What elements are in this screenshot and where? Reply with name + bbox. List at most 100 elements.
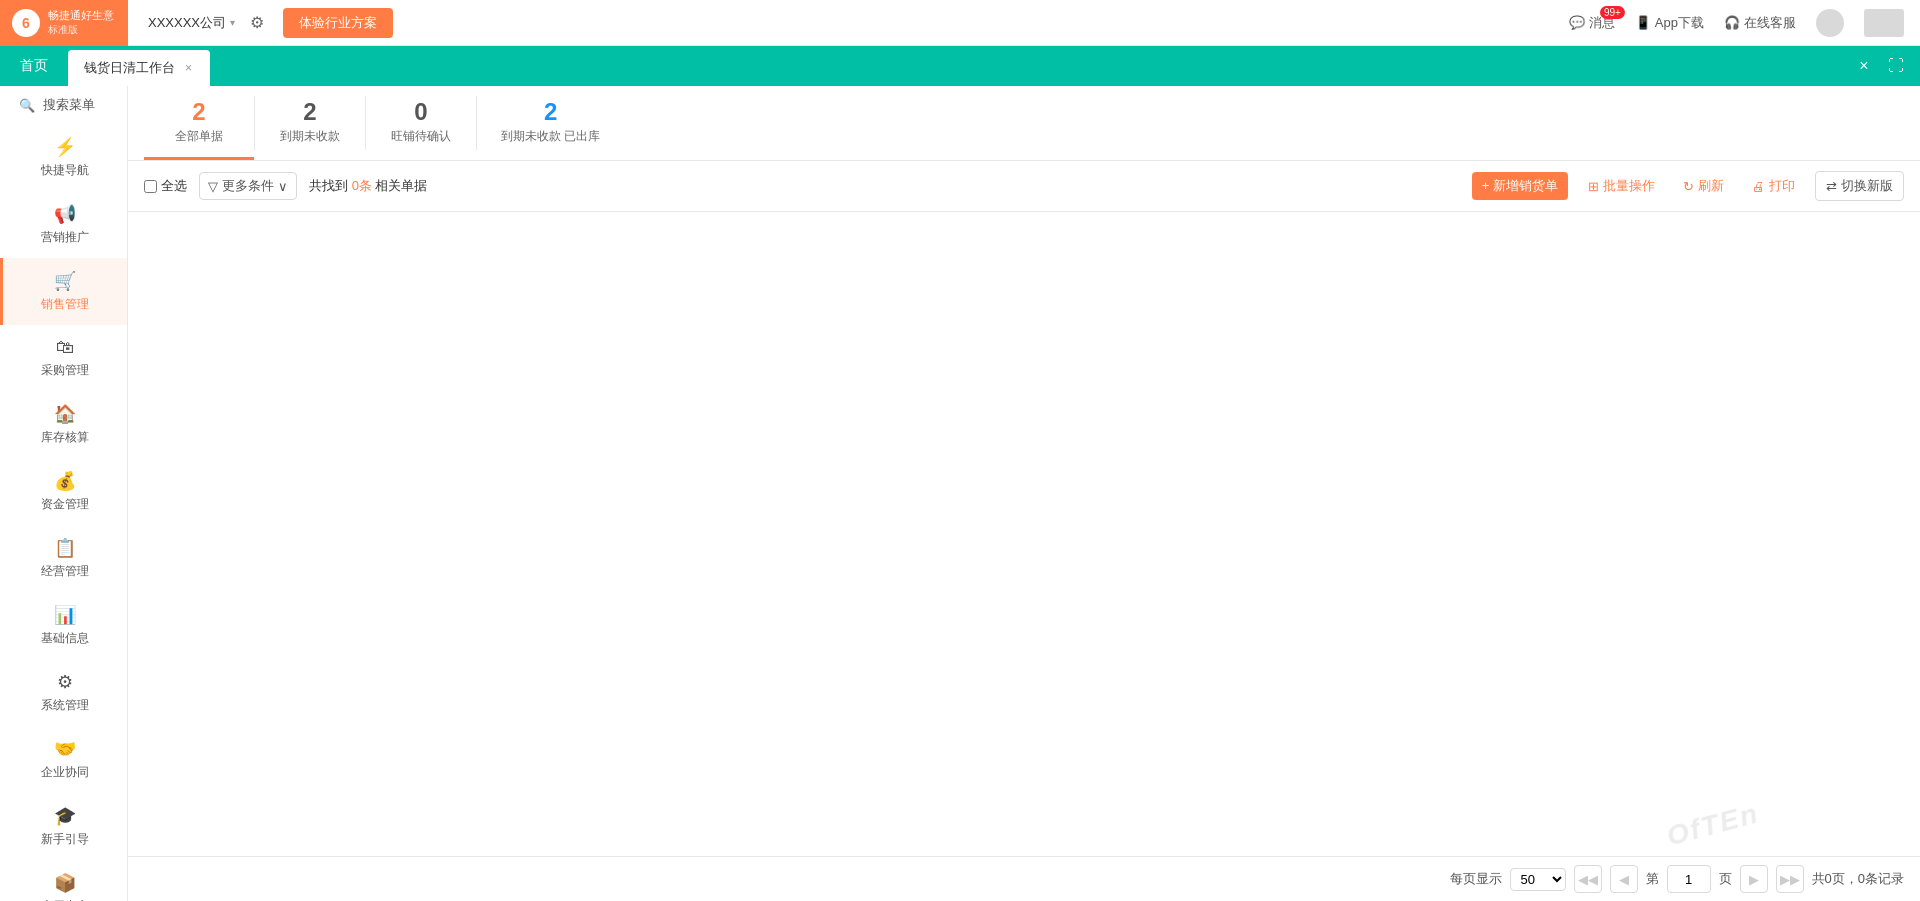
- summary-label-overdue-unshipped: 到期未收款 已出库: [501, 128, 600, 145]
- toolbar-left: 全选 ▽ 更多条件 ∨ 共找到 0条 相关单据: [144, 172, 427, 200]
- sidebar-item-inventory[interactable]: 🏠 库存核算: [0, 391, 127, 458]
- sidebar-label-inventory: 库存核算: [41, 429, 89, 446]
- message-badge: 99+: [1600, 6, 1625, 19]
- sidebar-label-guide: 新手引导: [41, 831, 89, 848]
- company-chevron-icon: ▾: [230, 17, 235, 28]
- sidebar-item-cooperation[interactable]: 🤝 企业协同: [0, 726, 127, 793]
- gear-icon: ⚙: [250, 13, 264, 32]
- sidebar-item-quick-nav[interactable]: ⚡ 快捷导航: [0, 124, 127, 191]
- sidebar-label-purchase: 采购管理: [41, 362, 89, 379]
- app-download-item[interactable]: 📱 App下载: [1635, 14, 1704, 32]
- company-name: XXXXXX公司: [148, 14, 226, 32]
- user-name-area[interactable]: [1864, 9, 1904, 37]
- sidebar-label-operations: 经营管理: [41, 563, 89, 580]
- guide-icon: 🎓: [54, 805, 76, 827]
- purchase-icon: 🛍: [56, 337, 74, 358]
- sidebar-label-sales: 销售管理: [41, 296, 89, 313]
- first-page-button[interactable]: ◀◀: [1574, 865, 1602, 893]
- new-sales-order-button[interactable]: + 新增销货单: [1472, 172, 1568, 200]
- sidebar-item-sales[interactable]: 🛒 销售管理: [0, 258, 127, 325]
- toolbar-right: + 新增销货单 ⊞ 批量操作 ↻ 刷新 🖨 打印 ⇄ 切换新版: [1472, 171, 1904, 201]
- batch-operation-button[interactable]: ⊞ 批量操作: [1580, 173, 1663, 199]
- print-icon: 🖨: [1752, 179, 1765, 194]
- tab-bar-right: × ⛶: [1852, 54, 1920, 78]
- refresh-button[interactable]: ↻ 刷新: [1675, 173, 1732, 199]
- sidebar-item-finance[interactable]: 💰 资金管理: [0, 458, 127, 525]
- per-page-label: 每页显示: [1450, 870, 1502, 888]
- per-page-select[interactable]: 50 10 20 100: [1510, 868, 1566, 891]
- sidebar-item-basic-info[interactable]: 📊 基础信息: [0, 592, 127, 659]
- message-item[interactable]: 💬 消息 99+: [1569, 14, 1615, 32]
- summary-num-pending-confirm: 0: [414, 98, 427, 126]
- sidebar: 🔍 搜索菜单 ⚡ 快捷导航 📢 营销推广 🛒 销售管理 🛍 采购管理 🏠 库存核…: [0, 86, 128, 901]
- prev-page-button[interactable]: ◀: [1610, 865, 1638, 893]
- tab-close-button[interactable]: ×: [183, 59, 194, 77]
- sidebar-item-marketing[interactable]: 📢 营销推广: [0, 191, 127, 258]
- filter-icon: ▽: [208, 179, 218, 194]
- operations-icon: 📋: [54, 537, 76, 559]
- sidebar-label-basic-info: 基础信息: [41, 630, 89, 647]
- switch-new-version-button[interactable]: ⇄ 切换新版: [1815, 171, 1904, 201]
- summary-num-overdue-unpaid: 2: [303, 98, 316, 126]
- logo-text: 畅捷通好生意: [48, 8, 114, 22]
- top-bar: 6 畅捷通好生意 标准版 XXXXXX公司 ▾ ⚙ 体验行业方案 💬 消息 99…: [0, 0, 1920, 46]
- sidebar-item-app-center[interactable]: 📦 应用中心: [0, 860, 127, 901]
- logo-area: 6 畅捷通好生意 标准版: [0, 0, 128, 46]
- sidebar-label-cooperation: 企业协同: [41, 764, 89, 781]
- last-page-button[interactable]: ▶▶: [1776, 865, 1804, 893]
- app-center-icon: 📦: [54, 872, 76, 894]
- total-records: 共0页，0条记录: [1812, 870, 1904, 888]
- page-label: 第: [1646, 870, 1659, 888]
- avatar[interactable]: [1816, 9, 1844, 37]
- tab-bar: 首页 钱货日清工作台 × × ⛶: [0, 46, 1920, 86]
- sidebar-search-menu[interactable]: 🔍 搜索菜单: [0, 86, 127, 124]
- select-all-checkbox[interactable]: 全选: [144, 177, 187, 195]
- sidebar-item-system[interactable]: ⚙ 系统管理: [0, 659, 127, 726]
- sidebar-label-finance: 资金管理: [41, 496, 89, 513]
- search-menu-label: 搜索菜单: [43, 96, 95, 114]
- page-suffix: 页: [1719, 870, 1732, 888]
- mobile-icon: 📱: [1635, 15, 1651, 30]
- tab-minimize-button[interactable]: ×: [1852, 54, 1876, 78]
- next-page-button[interactable]: ▶: [1740, 865, 1768, 893]
- pagination: 每页显示 50 10 20 100 ◀◀ ◀ 第 页 ▶ ▶▶ 共0页，0条记录: [128, 856, 1920, 901]
- summary-tab-pending-confirm[interactable]: 0 旺铺待确认: [366, 86, 476, 160]
- refresh-icon: ↻: [1683, 179, 1694, 194]
- sidebar-label-quick-nav: 快捷导航: [41, 162, 89, 179]
- summary-tab-overdue-unpaid[interactable]: 2 到期未收款: [255, 86, 365, 160]
- message-icon: 💬: [1569, 15, 1585, 30]
- tab-maximize-button[interactable]: ⛶: [1884, 54, 1908, 78]
- headset-icon: 🎧: [1724, 15, 1740, 30]
- sidebar-label-marketing: 营销推广: [41, 229, 89, 246]
- search-icon: 🔍: [19, 98, 35, 113]
- settings-button[interactable]: ⚙: [243, 9, 271, 37]
- online-service-item[interactable]: 🎧 在线客服: [1724, 14, 1796, 32]
- table-area: [128, 212, 1920, 856]
- summary-tab-overdue-unshipped[interactable]: 2 到期未收款 已出库: [477, 86, 624, 160]
- quick-nav-icon: ⚡: [54, 136, 76, 158]
- sales-icon: 🛒: [54, 270, 76, 292]
- page-input[interactable]: [1667, 865, 1711, 893]
- layout: 🔍 搜索菜单 ⚡ 快捷导航 📢 营销推广 🛒 销售管理 🛍 采购管理 🏠 库存核…: [0, 86, 1920, 901]
- company-selector[interactable]: XXXXXX公司 ▾: [148, 14, 235, 32]
- summary-tab-all[interactable]: 2 全部单据: [144, 86, 254, 160]
- tab-active[interactable]: 钱货日清工作台 ×: [68, 50, 210, 86]
- logo-icon: 6: [12, 9, 40, 37]
- select-all-input[interactable]: [144, 180, 157, 193]
- sidebar-item-operations[interactable]: 📋 经营管理: [0, 525, 127, 592]
- tab-home[interactable]: 首页: [0, 46, 68, 86]
- trial-button[interactable]: 体验行业方案: [283, 8, 393, 38]
- toolbar: 全选 ▽ 更多条件 ∨ 共找到 0条 相关单据 + 新增销货单 ⊞: [128, 161, 1920, 212]
- main-content: 2 全部单据 2 到期未收款 0 旺铺待确认 2 到期未收款 已出库: [128, 86, 1920, 901]
- logo-sub: 标准版: [48, 23, 114, 37]
- sidebar-item-purchase[interactable]: 🛍 采购管理: [0, 325, 127, 391]
- finance-icon: 💰: [54, 470, 76, 492]
- summary-num-overdue-unshipped: 2: [544, 98, 557, 126]
- switch-icon: ⇄: [1826, 179, 1837, 194]
- print-button[interactable]: 🖨 打印: [1744, 173, 1803, 199]
- sidebar-item-guide[interactable]: 🎓 新手引导: [0, 793, 127, 860]
- filter-button[interactable]: ▽ 更多条件 ∨: [199, 172, 297, 200]
- summary-num-all: 2: [192, 98, 205, 126]
- found-count: 0条: [352, 178, 372, 193]
- marketing-icon: 📢: [54, 203, 76, 225]
